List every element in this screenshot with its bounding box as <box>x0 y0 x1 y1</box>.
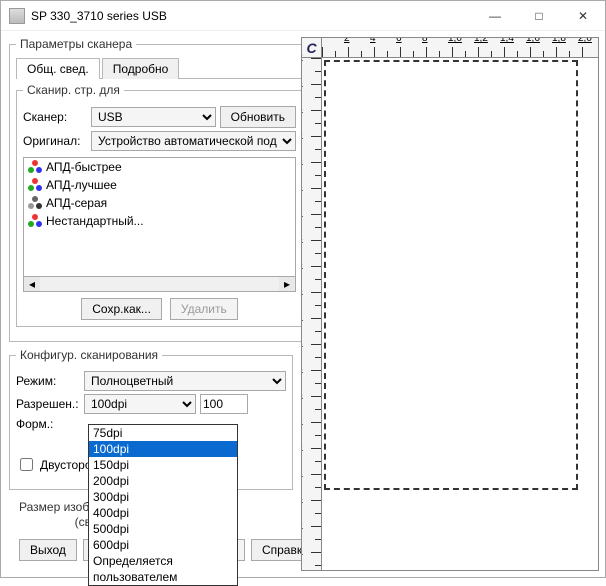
original-label: Оригинал: <box>23 134 87 148</box>
resolution-dropdown[interactable]: 75dpi100dpi150dpi200dpi300dpi400dpi500dp… <box>88 424 238 586</box>
dropdown-option[interactable]: Определяется пользователем <box>89 553 237 585</box>
rgb-icon <box>28 178 42 192</box>
profile-listbox[interactable]: АПД-быстрее АПД-лучшее АПД-серая Нестандарт… <box>23 157 296 277</box>
resolution-label: Разрешен.: <box>16 397 80 411</box>
resolution-input[interactable] <box>200 394 248 414</box>
app-icon <box>9 8 25 24</box>
scanner-params-legend: Параметры сканера <box>16 37 136 51</box>
exit-button[interactable]: Выход <box>19 539 77 561</box>
mode-select[interactable]: Полноцветный <box>84 371 286 391</box>
scan-config-group: Конфигур. сканирования Режим: Полноцветн… <box>9 348 293 490</box>
tab-general[interactable]: Общ. свед. <box>16 58 100 79</box>
ruler-corner: C <box>302 38 322 58</box>
title-bar: SP 330_3710 series USB — □ ✕ <box>1 1 605 31</box>
resolution-select[interactable]: 100dpi <box>84 394 196 414</box>
duplex-checkbox[interactable] <box>20 458 33 471</box>
scan-selection[interactable] <box>324 60 578 490</box>
gray-icon <box>28 196 42 210</box>
scan-for-group: Сканир. стр. для Сканер: USB Обновить Ор… <box>16 83 303 327</box>
dropdown-option[interactable]: 400dpi <box>89 505 237 521</box>
list-item[interactable]: Нестандартный... <box>24 212 295 230</box>
maximize-button[interactable]: □ <box>517 2 561 30</box>
minimize-button[interactable]: — <box>473 2 517 30</box>
scroll-right-icon[interactable]: ▸ <box>279 277 295 291</box>
delete-button: Удалить <box>170 298 238 320</box>
rgb-icon <box>28 214 42 228</box>
scroll-left-icon[interactable]: ◂ <box>24 277 40 291</box>
profile-scrollbar[interactable]: ◂ ▸ <box>23 276 296 292</box>
mode-label: Режим: <box>16 374 80 388</box>
list-item[interactable]: АПД-серая <box>24 194 295 212</box>
list-item[interactable]: АПД-лучшее <box>24 176 295 194</box>
preview-canvas[interactable] <box>322 58 598 570</box>
original-select[interactable]: Устройство автоматической под <box>91 131 296 151</box>
profile-name: Нестандартный... <box>46 214 144 228</box>
refresh-button[interactable]: Обновить <box>220 106 296 128</box>
scan-for-legend: Сканир. стр. для <box>23 83 124 97</box>
profile-name: АПД-серая <box>46 196 107 210</box>
ruler-horizontal: 24681,01,21,41,61,82,0 <box>322 38 598 58</box>
dropdown-option[interactable]: 100dpi <box>89 441 237 457</box>
rgb-icon <box>28 160 42 174</box>
profile-name: АПД-быстрее <box>46 160 122 174</box>
list-item[interactable]: АПД-быстрее <box>24 158 295 176</box>
preview-area[interactable]: C 24681,01,21,41,61,82,0 024681246822468… <box>301 37 599 571</box>
close-button[interactable]: ✕ <box>561 2 605 30</box>
dropdown-option[interactable]: 500dpi <box>89 521 237 537</box>
dropdown-option[interactable]: 150dpi <box>89 457 237 473</box>
window-title: SP 330_3710 series USB <box>31 9 473 23</box>
scanner-params-group: Параметры сканера Общ. свед. Подробно Ск… <box>9 37 310 342</box>
dropdown-option[interactable]: 75dpi <box>89 425 237 441</box>
scanner-select[interactable]: USB <box>91 107 216 127</box>
tab-bar: Общ. свед. Подробно <box>16 57 303 79</box>
ruler-vertical: 02468124682246832468 <box>302 58 322 570</box>
dropdown-option[interactable]: 300dpi <box>89 489 237 505</box>
scanner-label: Сканер: <box>23 110 87 124</box>
dropdown-option[interactable]: 200dpi <box>89 473 237 489</box>
save-as-button[interactable]: Сохр.как... <box>81 298 162 320</box>
dropdown-option[interactable]: 600dpi <box>89 537 237 553</box>
scan-config-legend: Конфигур. сканирования <box>16 348 162 362</box>
format-label: Форм.: <box>16 417 80 431</box>
tab-detail[interactable]: Подробно <box>102 58 180 79</box>
profile-name: АПД-лучшее <box>46 178 117 192</box>
